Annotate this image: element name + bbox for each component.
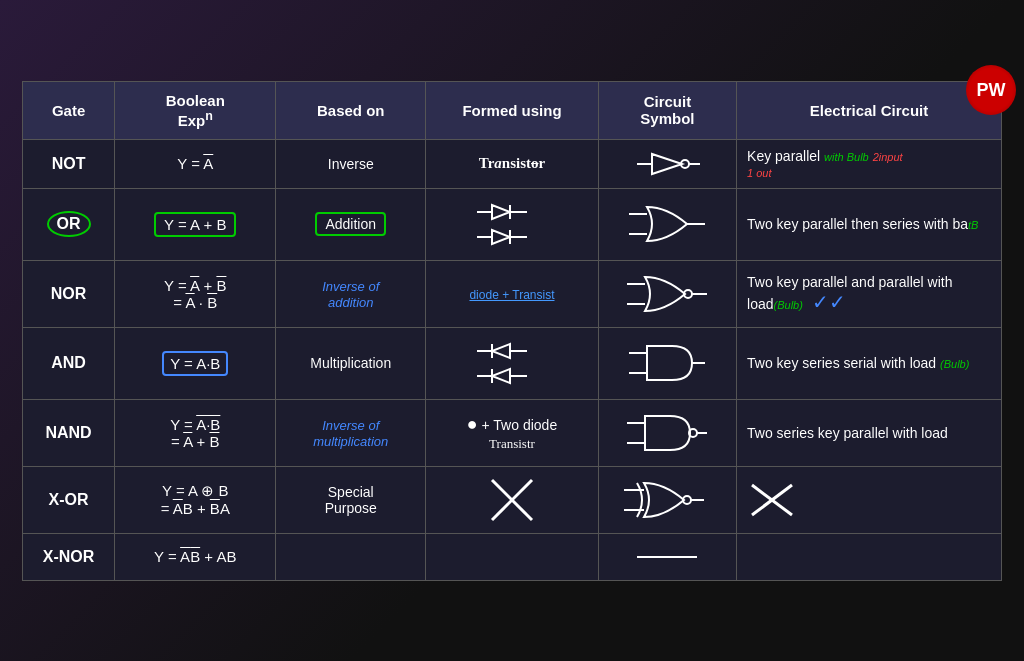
or-circle-label: OR: [47, 211, 91, 237]
based-not: Inverse: [276, 139, 426, 188]
circuit-xor: [598, 466, 736, 533]
transistor-label: Transistor: [479, 155, 545, 171]
pw-logo: PW: [966, 65, 1016, 115]
elec-xnor: [737, 533, 1002, 580]
nand-gate-symbol: [625, 408, 710, 458]
row-and: AND Y = A·B Multiplication: [23, 327, 1002, 399]
formed-not: Transistor: [426, 139, 599, 188]
and-bool-box: Y = A·B: [162, 351, 228, 376]
svg-marker-5: [492, 205, 510, 219]
gate-nand: NAND: [23, 399, 115, 466]
nand-based-text: Inverse ofmultiplication: [313, 418, 388, 449]
gate-xnor: X-NOR: [23, 533, 115, 580]
formed-xnor: [426, 533, 599, 580]
circuit-nor: [598, 260, 736, 327]
bool-nor: Y = A + B = A · B: [115, 260, 276, 327]
row-or: OR Y = A + B Addition: [23, 188, 1002, 260]
xor-gate-symbol: [622, 475, 712, 525]
gate-not: NOT: [23, 139, 115, 188]
main-table-container: Gate BooleanExpn Based on Formed using C…: [22, 81, 1002, 581]
xor-elec-symbol: [747, 480, 797, 520]
or-bool-box: Y = A + B: [154, 212, 236, 237]
formed-nand: ● + Two diode Transistr: [426, 399, 599, 466]
logic-gates-table: Gate BooleanExpn Based on Formed using C…: [22, 81, 1002, 581]
circuit-nand: [598, 399, 736, 466]
bool-or: Y = A + B: [115, 188, 276, 260]
bool-nand: Y = A·B = A + B: [115, 399, 276, 466]
bool-not: Y = A: [115, 139, 276, 188]
row-nor: NOR Y = A + B = A · B Inverse ofaddition…: [23, 260, 1002, 327]
and-gate-symbol: [627, 338, 707, 388]
circuit-or: [598, 188, 736, 260]
gate-or: OR: [23, 188, 115, 260]
svg-marker-9: [492, 230, 510, 244]
elec-and: Two key series serial with load (Bulb): [737, 327, 1002, 399]
formed-and: [426, 327, 599, 399]
row-xor: X-OR Y = A ⊕ B = AB + BA SpecialPurpose: [23, 466, 1002, 533]
based-or: Addition: [276, 188, 426, 260]
gate-and: AND: [23, 327, 115, 399]
circuit-not: [598, 139, 736, 188]
svg-marker-1: [652, 154, 682, 174]
col-electrical: Electrical Circuit: [737, 81, 1002, 139]
based-xnor: [276, 533, 426, 580]
based-xor: SpecialPurpose: [276, 466, 426, 533]
elec-nand: Two series key parallel with load: [737, 399, 1002, 466]
formed-xor: [426, 466, 599, 533]
bool-and: Y = A·B: [115, 327, 276, 399]
col-formed-using: Formed using: [426, 81, 599, 139]
and-formed-symbol: [472, 336, 552, 391]
based-nand: Inverse ofmultiplication: [276, 399, 426, 466]
xnor-circuit-symbol: [632, 542, 702, 572]
based-and: Multiplication: [276, 327, 426, 399]
col-boolean: BooleanExpn: [115, 81, 276, 139]
col-circuit-symbol: CircuitSymbol: [598, 81, 736, 139]
elec-xor: [737, 466, 1002, 533]
elec-not: Key parallel with Bulb 2input1 out: [737, 139, 1002, 188]
formed-nor: diode + Transist: [426, 260, 599, 327]
formed-or: [426, 188, 599, 260]
based-nor: Inverse ofaddition: [276, 260, 426, 327]
bool-xor: Y = A ⊕ B = AB + BA: [115, 466, 276, 533]
elec-nor: Two key parallel and parallel with load(…: [737, 260, 1002, 327]
not-symbol: [632, 149, 702, 179]
circuit-and: [598, 327, 736, 399]
or-formed-symbol: [472, 197, 552, 252]
xor-formed-symbol: [487, 475, 537, 525]
nor-gate-symbol: [625, 269, 710, 319]
col-gate: Gate: [23, 81, 115, 139]
row-xnor: X-NOR Y = AB + AB: [23, 533, 1002, 580]
bool-xnor: Y = AB + AB: [115, 533, 276, 580]
screen: PW Gate BooleanExpn Based on Formed usin…: [0, 0, 1024, 661]
gate-xor: X-OR: [23, 466, 115, 533]
row-nand: NAND Y = A·B = A + B Inverse ofmultiplic…: [23, 399, 1002, 466]
svg-marker-24: [492, 369, 510, 383]
circuit-xnor: [598, 533, 736, 580]
diode-transistor-text: diode + Transist: [469, 288, 554, 302]
nor-based-text: Inverse ofaddition: [322, 279, 379, 310]
or-gate-symbol: [627, 199, 707, 249]
addition-box: Addition: [315, 212, 386, 236]
elec-or: Two key parallel then series with batB: [737, 188, 1002, 260]
svg-marker-20: [492, 344, 510, 358]
gate-nor: NOR: [23, 260, 115, 327]
col-based-on: Based on: [276, 81, 426, 139]
row-not: NOT Y = A Inverse Transistor: [23, 139, 1002, 188]
